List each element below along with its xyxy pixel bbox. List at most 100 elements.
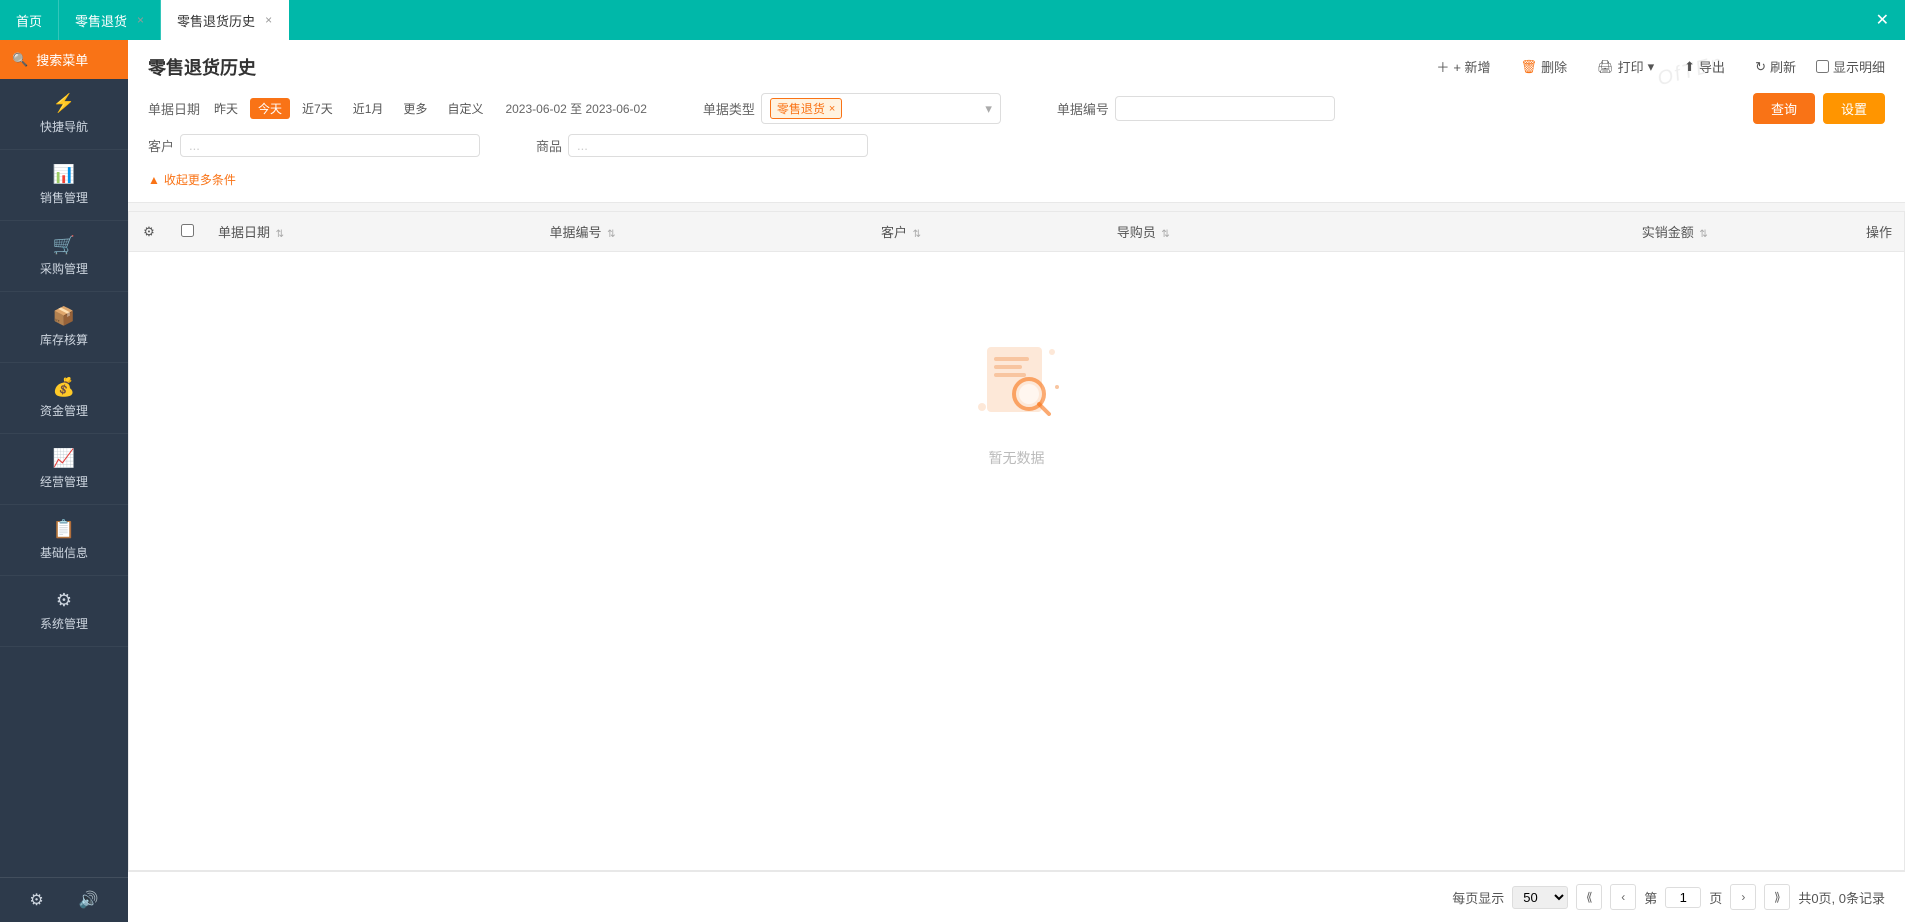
sidebar-item-sys-mgmt-label: 系统管理	[40, 615, 88, 632]
doc-type-filter: 单据类型 零售退货 × ▾	[703, 93, 1001, 124]
setting-button[interactable]: 设置	[1823, 93, 1885, 124]
th-checkbox[interactable]	[169, 212, 206, 252]
table-empty-row: 暂无数据	[129, 252, 1904, 549]
doc-type-tag: 零售退货 ×	[770, 98, 842, 119]
operations-icon: 📈	[53, 448, 75, 469]
export-label: 导出	[1699, 57, 1725, 76]
tab-retail-return-history-label: 零售退货历史	[177, 11, 255, 30]
delete-label: 删除	[1541, 57, 1567, 76]
tab-retail-return[interactable]: 零售退货 ×	[59, 0, 161, 40]
tab-retail-return-label: 零售退货	[75, 11, 127, 30]
print-chevron-icon: ▾	[1648, 59, 1655, 75]
date-opt-more[interactable]: 更多	[395, 98, 435, 119]
search-icon: 🔍	[12, 52, 28, 68]
th-action-label: 操作	[1866, 225, 1892, 240]
select-all-checkbox[interactable]	[181, 224, 194, 237]
th-customer[interactable]: 客户 ⇅	[869, 212, 1105, 252]
date-opt-custom[interactable]: 自定义	[439, 98, 491, 119]
th-doc-date[interactable]: 单据日期 ⇅	[206, 212, 537, 252]
collapse-button[interactable]: ▲ 收起更多条件	[148, 171, 1885, 188]
th-customer-label: 客户	[881, 225, 907, 240]
sidebar-item-inventory[interactable]: 📦 库存核算	[0, 292, 128, 363]
date-opt-today[interactable]: 今天	[250, 98, 290, 119]
refresh-button[interactable]: ↻ 刷新	[1745, 52, 1806, 81]
collapse-row: ▲ 收起更多条件	[148, 167, 1885, 192]
sidebar-volume-icon[interactable]: 🔊	[79, 890, 99, 910]
doc-type-select[interactable]: 零售退货 × ▾	[761, 93, 1001, 124]
empty-state-text: 暂无数据	[989, 448, 1045, 468]
sidebar-item-sys-mgmt[interactable]: ⚙ 系统管理	[0, 576, 128, 647]
sidebar-item-sales-label: 销售管理	[40, 189, 88, 206]
tab-retail-return-history-close[interactable]: ×	[265, 13, 272, 27]
pagination-bar: 每页显示 10 20 50 100 ⟪ ‹ 第 页 › ⟫ 共0页, 0条记录	[128, 871, 1905, 922]
th-guide[interactable]: 导购员 ⇅	[1105, 212, 1389, 252]
export-button[interactable]: ⬆ 导出	[1674, 52, 1735, 81]
sales-icon: 📊	[53, 164, 75, 185]
pagination-first-button[interactable]: ⟪	[1576, 884, 1602, 910]
delete-button[interactable]: 🗑 删除	[1511, 52, 1578, 81]
empty-state: 暂无数据	[129, 252, 1904, 548]
page-number-input[interactable]	[1665, 887, 1701, 908]
print-button[interactable]: 🖨 打印 ▾	[1587, 52, 1664, 81]
sidebar-item-finance[interactable]: 💰 资金管理	[0, 363, 128, 434]
table-settings-icon[interactable]: ⚙	[143, 224, 155, 239]
show-detail-checkbox-label[interactable]: 显示明细	[1816, 57, 1885, 76]
show-detail-checkbox[interactable]	[1816, 60, 1829, 73]
pagination-last-button[interactable]: ⟫	[1764, 884, 1790, 910]
th-action: 操作	[1720, 212, 1904, 252]
th-customer-sort-icon: ⇅	[913, 229, 921, 240]
export-icon: ⬆	[1684, 59, 1695, 75]
tab-home[interactable]: 首页	[0, 0, 59, 40]
th-doc-number[interactable]: 单据编号 ⇅	[537, 212, 868, 252]
tab-retail-return-history[interactable]: 零售退货历史 ×	[161, 0, 289, 40]
customer-placeholder: ...	[189, 138, 200, 153]
goods-label: 商品	[536, 136, 562, 155]
sidebar: 🔍 搜索菜单 ⚡ 快捷导航 📊 销售管理 🛒 采购管理 📦 库存核算 💰 资金管…	[0, 40, 128, 922]
query-button[interactable]: 查询	[1753, 93, 1815, 124]
customer-filter: 客户 ...	[148, 134, 480, 157]
add-button[interactable]: ＋ + 新增	[1426, 52, 1500, 81]
sidebar-item-finance-label: 资金管理	[40, 402, 88, 419]
sidebar-item-quick-nav[interactable]: ⚡ 快捷导航	[0, 79, 128, 150]
date-filter: 单据日期 昨天 今天 近7天 近1月 更多 自定义 2023-06-02 至 2…	[148, 98, 647, 119]
th-amount[interactable]: 实销金额 ⇅	[1388, 212, 1719, 252]
doc-number-label: 单据编号	[1057, 99, 1109, 118]
date-opt-yesterday[interactable]: 昨天	[206, 98, 246, 119]
per-page-select[interactable]: 10 20 50 100	[1512, 886, 1568, 909]
sidebar-item-operations[interactable]: 📈 经营管理	[0, 434, 128, 505]
pagination-prev-button[interactable]: ‹	[1610, 884, 1636, 910]
th-doc-date-label: 单据日期	[218, 225, 270, 240]
sidebar-settings-icon[interactable]: ⚙	[29, 890, 43, 910]
window-close-button[interactable]: ✕	[1860, 10, 1905, 30]
doc-type-tag-remove[interactable]: ×	[829, 103, 835, 115]
quick-nav-icon: ⚡	[53, 93, 75, 114]
tab-bar: 首页 零售退货 × 零售退货历史 × ✕	[0, 0, 1905, 40]
sidebar-search[interactable]: 🔍 搜索菜单	[0, 40, 128, 79]
tab-retail-return-close[interactable]: ×	[137, 13, 144, 27]
add-icon: ＋	[1436, 57, 1449, 76]
sidebar-item-sales-mgmt[interactable]: 📊 销售管理	[0, 150, 128, 221]
data-table-wrapper: ⚙ 单据日期 ⇅ 单据编号 ⇅	[128, 211, 1905, 871]
sidebar-item-base-info[interactable]: 📋 基础信息	[0, 505, 128, 576]
date-opt-7days[interactable]: 近7天	[294, 98, 341, 119]
toolbar: ＋ + 新增 🗑 删除 🖨 打印 ▾ ⬆ 导出	[1426, 52, 1885, 81]
finance-icon: 💰	[53, 377, 75, 398]
pagination-next-button[interactable]: ›	[1730, 884, 1756, 910]
customer-label: 客户	[148, 136, 174, 155]
collapse-up-icon: ▲	[148, 173, 160, 187]
delete-icon: 🗑	[1521, 59, 1538, 75]
sidebar-item-purchase-mgmt[interactable]: 🛒 采购管理	[0, 221, 128, 292]
th-guide-label: 导购员	[1117, 225, 1156, 240]
sidebar-bottom: ⚙ 🔊	[0, 877, 128, 922]
collapse-label: 收起更多条件	[164, 171, 236, 188]
doc-number-input[interactable]	[1115, 96, 1335, 121]
th-amount-sort-icon: ⇅	[1699, 229, 1707, 240]
th-guide-sort-icon: ⇅	[1161, 229, 1169, 240]
doc-number-filter: 单据编号	[1057, 96, 1335, 121]
th-settings[interactable]: ⚙	[129, 212, 169, 252]
sys-mgmt-icon: ⚙	[56, 590, 72, 611]
date-opt-1month[interactable]: 近1月	[345, 98, 392, 119]
goods-placeholder: ...	[577, 138, 588, 153]
content-area: 零售退货历史 ＋ + 新增 🗑 删除 🖨 打印 ▾	[128, 40, 1905, 922]
purchase-icon: 🛒	[53, 235, 75, 256]
